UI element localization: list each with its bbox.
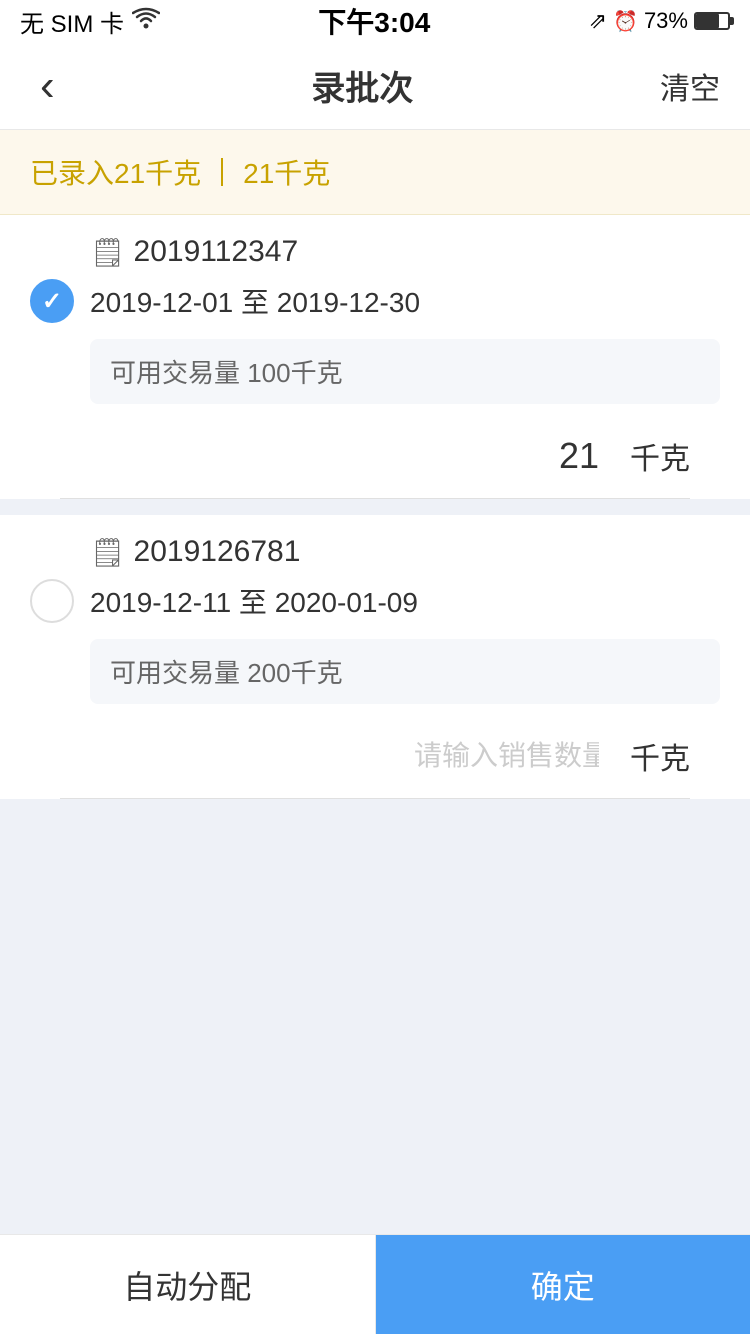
status-time: 下午3:04 bbox=[318, 1, 430, 41]
auto-distribute-button[interactable]: 自动分配 bbox=[0, 1235, 376, 1334]
batch-1-row: 2019-12-01 至 2019-12-30 bbox=[30, 279, 720, 323]
doc-icon-1: 🗒 bbox=[90, 236, 126, 269]
no-sim-text: 无 SIM 卡 bbox=[20, 4, 124, 39]
batch-2-date-range: 2019-12-11 至 2020-01-09 bbox=[90, 581, 418, 621]
batch-item-2: 🗒 2019126781 2019-12-11 至 2020-01-09 可用交… bbox=[0, 515, 750, 799]
batch-2-qty-input[interactable] bbox=[414, 740, 614, 772]
alarm-icon: ⏰ bbox=[613, 9, 638, 34]
recorded-label: 已录入21千克 bbox=[30, 152, 201, 192]
clear-button[interactable]: 清空 bbox=[660, 64, 720, 108]
battery-icon bbox=[694, 12, 730, 30]
batch-2-qty-row: 千克 bbox=[30, 724, 720, 798]
location-icon: ⇗ bbox=[589, 8, 607, 34]
batch-item-1: 🗒 2019112347 2019-12-01 至 2019-12-30 可用交… bbox=[0, 215, 750, 499]
bottom-bar: 自动分配 确定 bbox=[0, 1234, 750, 1334]
summary-banner: 已录入21千克 21千克 bbox=[0, 130, 750, 215]
batch-2-header: 🗒 2019126781 bbox=[90, 535, 720, 569]
batch-1-header: 🗒 2019112347 bbox=[90, 235, 720, 269]
batch-2-available: 可用交易量 200千克 bbox=[90, 639, 720, 704]
batch-2-unit: 千克 bbox=[630, 734, 690, 778]
doc-icon-2: 🗒 bbox=[90, 536, 126, 569]
battery-percent: 73% bbox=[644, 8, 688, 34]
back-button[interactable]: ‹ bbox=[30, 51, 65, 121]
page-title: 录批次 bbox=[311, 61, 413, 110]
wifi-icon bbox=[132, 7, 160, 36]
batch-1-date-range: 2019-12-01 至 2019-12-30 bbox=[90, 281, 420, 321]
batch-2-row: 2019-12-11 至 2020-01-09 bbox=[30, 579, 720, 623]
summary-divider bbox=[221, 158, 223, 186]
status-left: 无 SIM 卡 bbox=[20, 4, 160, 39]
batch-1-radio[interactable] bbox=[30, 279, 74, 323]
batch-2-radio[interactable] bbox=[30, 579, 74, 623]
batch-1-unit: 千克 bbox=[630, 434, 690, 478]
nav-bar: ‹ 录批次 清空 bbox=[0, 42, 750, 130]
recorded-value: 21千克 bbox=[243, 152, 330, 192]
confirm-button[interactable]: 确定 bbox=[376, 1235, 750, 1334]
batch-2-id: 2019126781 bbox=[134, 535, 301, 569]
empty-area bbox=[0, 799, 750, 1234]
status-bar: 无 SIM 卡 下午3:04 ⇗ ⏰ 73% bbox=[0, 0, 750, 42]
batch-1-available: 可用交易量 100千克 bbox=[90, 339, 720, 404]
section-divider bbox=[0, 499, 750, 515]
batch-1-qty-row: 千克 bbox=[30, 424, 720, 498]
batch-1-id: 2019112347 bbox=[134, 235, 299, 269]
status-right: ⇗ ⏰ 73% bbox=[589, 8, 730, 34]
batch-1-qty-input[interactable] bbox=[494, 435, 614, 477]
